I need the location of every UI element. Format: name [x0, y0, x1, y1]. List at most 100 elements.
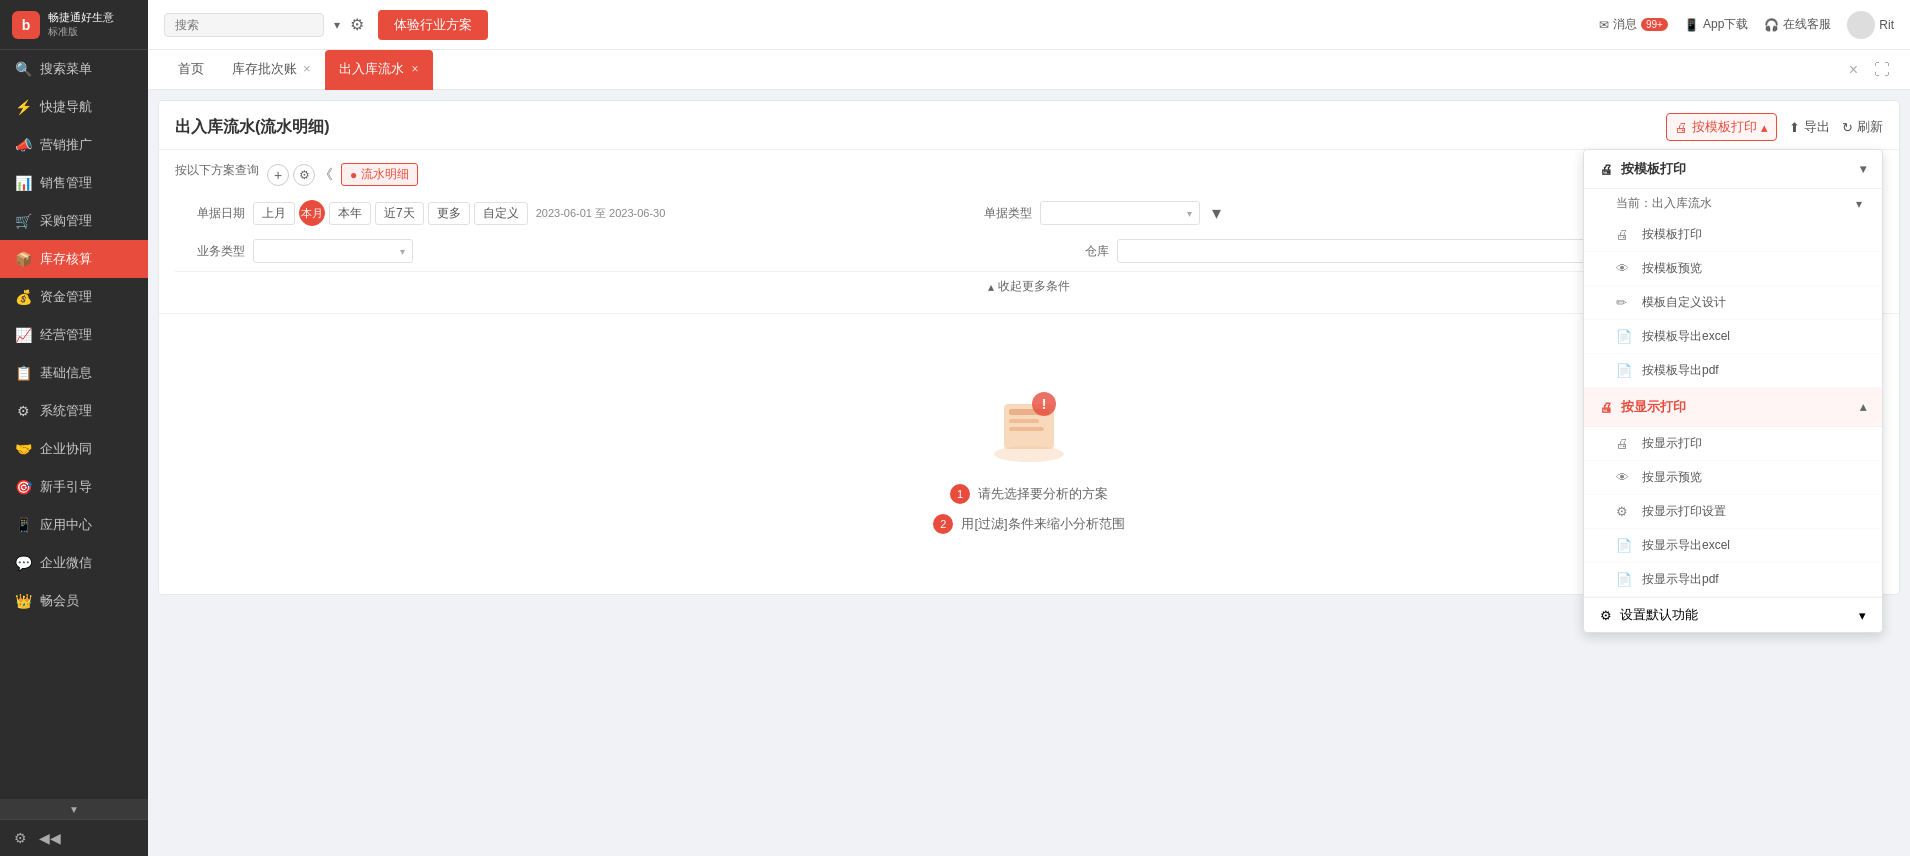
preview-display-icon: 👁 [1616, 470, 1632, 485]
dropdown-template-print-label: 按模板打印 [1621, 160, 1686, 178]
sidebar-item-finance[interactable]: 💰 资金管理 [0, 278, 148, 316]
export-btn[interactable]: ⬆ 导出 [1789, 118, 1830, 136]
date-btn-last-month[interactable]: 上月 [253, 202, 295, 225]
topbar-message[interactable]: ✉ 消息 99+ [1599, 16, 1668, 33]
topbar-gear-icon[interactable]: ⚙ [350, 15, 364, 34]
chevron-down-icon: ▾ [1860, 162, 1866, 176]
sidebar-item-sales[interactable]: 📊 销售管理 [0, 164, 148, 202]
print-display-icon: 🖨 [1616, 436, 1632, 451]
search-icon: 🔍 [14, 61, 32, 77]
tab-maximize-icon[interactable]: ⛶ [1870, 59, 1894, 81]
dropdown-template-excel-item[interactable]: 📄 按模板导出excel [1584, 320, 1882, 354]
add-filter-btn[interactable]: + [267, 164, 289, 186]
tab-inout-close-icon[interactable]: × [412, 62, 419, 76]
sidebar-item-label: 新手引导 [40, 478, 92, 496]
business-type-select[interactable] [253, 239, 413, 263]
date-btn-custom[interactable]: 自定义 [474, 202, 528, 225]
topbar-app-download[interactable]: 📱 App下载 [1684, 16, 1748, 33]
trial-btn[interactable]: 体验行业方案 [378, 10, 488, 40]
topbar-online-service[interactable]: 🎧 在线客服 [1764, 16, 1831, 33]
pencil-icon: ✏ [1616, 295, 1632, 310]
dropdown-display-print-label: 按显示打印 [1621, 398, 1686, 416]
dropdown-display-preview-item[interactable]: 👁 按显示预览 [1584, 461, 1882, 495]
sidebar-item-quick-nav[interactable]: ⚡ 快捷导航 [0, 88, 148, 126]
date-btn-current-month[interactable]: 本月 [299, 200, 325, 226]
dropdown-display-print-item[interactable]: 🖨 按显示打印 [1584, 427, 1882, 461]
topbar-user[interactable]: Rit [1847, 11, 1894, 39]
dropdown-display-print-header[interactable]: 🖨 按显示打印 ▴ [1584, 388, 1882, 427]
template-print-btn[interactable]: 🖨 按模板打印 ▴ [1666, 113, 1777, 141]
settings-display-icon: ⚙ [1616, 504, 1632, 519]
sidebar-item-inventory[interactable]: 📦 库存核算 [0, 240, 148, 278]
app-icon: 📱 [1684, 18, 1699, 32]
display-preview-label: 按显示预览 [1642, 469, 1702, 486]
sidebar-scroll-down[interactable]: ▼ [0, 799, 148, 819]
topbar-search-input[interactable] [164, 13, 324, 37]
app-download-label: App下载 [1703, 16, 1748, 33]
logo-icon: b [12, 11, 40, 39]
dropdown-template-print-item[interactable]: 🖨 按模板打印 [1584, 218, 1882, 252]
pdf-display-icon: 📄 [1616, 572, 1632, 587]
sidebar-item-operation[interactable]: 📈 经营管理 [0, 316, 148, 354]
sidebar-item-system[interactable]: ⚙ 系统管理 [0, 392, 148, 430]
tab-inout-label: 出入库流水 [339, 60, 404, 78]
set-default-icon: ⚙ [1600, 608, 1612, 623]
sidebar-item-enterprise[interactable]: 🤝 企业协同 [0, 430, 148, 468]
refresh-btn[interactable]: ↻ 刷新 [1842, 118, 1883, 136]
search-actions: + ⚙ 《 [267, 164, 333, 186]
tab-batch-close-icon[interactable]: × [303, 61, 311, 76]
template-print-item-label: 按模板打印 [1642, 226, 1702, 243]
dropdown-display-print-settings-item[interactable]: ⚙ 按显示打印设置 [1584, 495, 1882, 529]
svg-text:!: ! [1042, 396, 1047, 412]
dropdown-template-pdf-item[interactable]: 📄 按模板导出pdf [1584, 354, 1882, 388]
step-1-text: 请先选择要分析的方案 [978, 485, 1108, 503]
display-print-settings-label: 按显示打印设置 [1642, 503, 1726, 520]
sidebar-item-label: 搜索菜单 [40, 60, 92, 78]
dropdown-display-printer-icon: 🖨 [1600, 400, 1613, 415]
sidebar-item-search-menu[interactable]: 🔍 搜索菜单 [0, 50, 148, 88]
tab-inout-flow[interactable]: 出入库流水 × [325, 50, 433, 90]
dropdown-template-custom-item[interactable]: ✏ 模板自定义设计 [1584, 286, 1882, 320]
refresh-label: 刷新 [1857, 118, 1883, 136]
sidebar-item-marketing[interactable]: 📣 营销推广 [0, 126, 148, 164]
date-btn-more[interactable]: 更多 [428, 202, 470, 225]
tab-close-window-icon[interactable]: × [1845, 59, 1862, 81]
sidebar-settings-icon[interactable]: ⚙ [14, 830, 27, 846]
sidebar-item-wechat[interactable]: 💬 企业微信 [0, 544, 148, 582]
sidebar-item-vip[interactable]: 👑 畅会员 [0, 582, 148, 620]
dropdown-display-pdf-item[interactable]: 📄 按显示导出pdf [1584, 563, 1882, 597]
filter-settings-btn[interactable]: ⚙ [293, 164, 315, 186]
dropdown-template-preview-item[interactable]: 👁 按模板预览 [1584, 252, 1882, 286]
date-btn-current-year[interactable]: 本年 [329, 202, 371, 225]
mobile-icon: 📱 [14, 517, 32, 533]
sidebar-item-label: 库存核算 [40, 250, 92, 268]
sidebar-collapse-icon[interactable]: ◀◀ [39, 830, 61, 846]
doc-type-select[interactable] [1040, 201, 1200, 225]
date-btn-last-7days[interactable]: 近7天 [375, 202, 424, 225]
dropdown-display-excel-item[interactable]: 📄 按显示导出excel [1584, 529, 1882, 563]
dropdown-set-default[interactable]: ⚙ 设置默认功能 ▾ [1584, 597, 1882, 632]
page-body: 出入库流水(流水明细) 🖨 按模板打印 ▴ ⬆ 导出 ↻ 刷新 [148, 90, 1910, 856]
sidebar-item-app-center[interactable]: 📱 应用中心 [0, 506, 148, 544]
flow-detail-label: 流水明细 [361, 166, 409, 183]
sidebar-item-label: 销售管理 [40, 174, 92, 192]
date-label: 单据日期 [175, 205, 245, 222]
date-btn-group: 上月 本月 本年 近7天 更多 自定义 [253, 200, 528, 226]
filter-collapse-btn[interactable]: 《 [319, 166, 333, 184]
dropdown-template-print-header[interactable]: 🖨 按模板打印 ▾ [1584, 150, 1882, 189]
warehouse-label: 仓库 [1039, 243, 1109, 260]
logo-name: 畅捷通好生意 [48, 10, 114, 24]
sidebar-item-basic-info[interactable]: 📋 基础信息 [0, 354, 148, 392]
user-avatar [1847, 11, 1875, 39]
chat-icon: 💬 [14, 555, 32, 571]
topbar-search-dropdown[interactable]: ▾ [334, 18, 340, 32]
message-badge: 99+ [1641, 18, 1668, 31]
doc-type-more-btn[interactable]: ▾ [1208, 202, 1225, 224]
set-default-chevron-icon: ▾ [1859, 608, 1866, 623]
doc-type-select-wrapper [1040, 201, 1200, 225]
sidebar-item-purchase[interactable]: 🛒 采购管理 [0, 202, 148, 240]
tab-home[interactable]: 首页 [164, 50, 218, 90]
tab-batch-account[interactable]: 库存批次账 × [218, 50, 325, 90]
sidebar-item-newbie[interactable]: 🎯 新手引导 [0, 468, 148, 506]
template-print-label: 按模板打印 [1692, 118, 1757, 136]
